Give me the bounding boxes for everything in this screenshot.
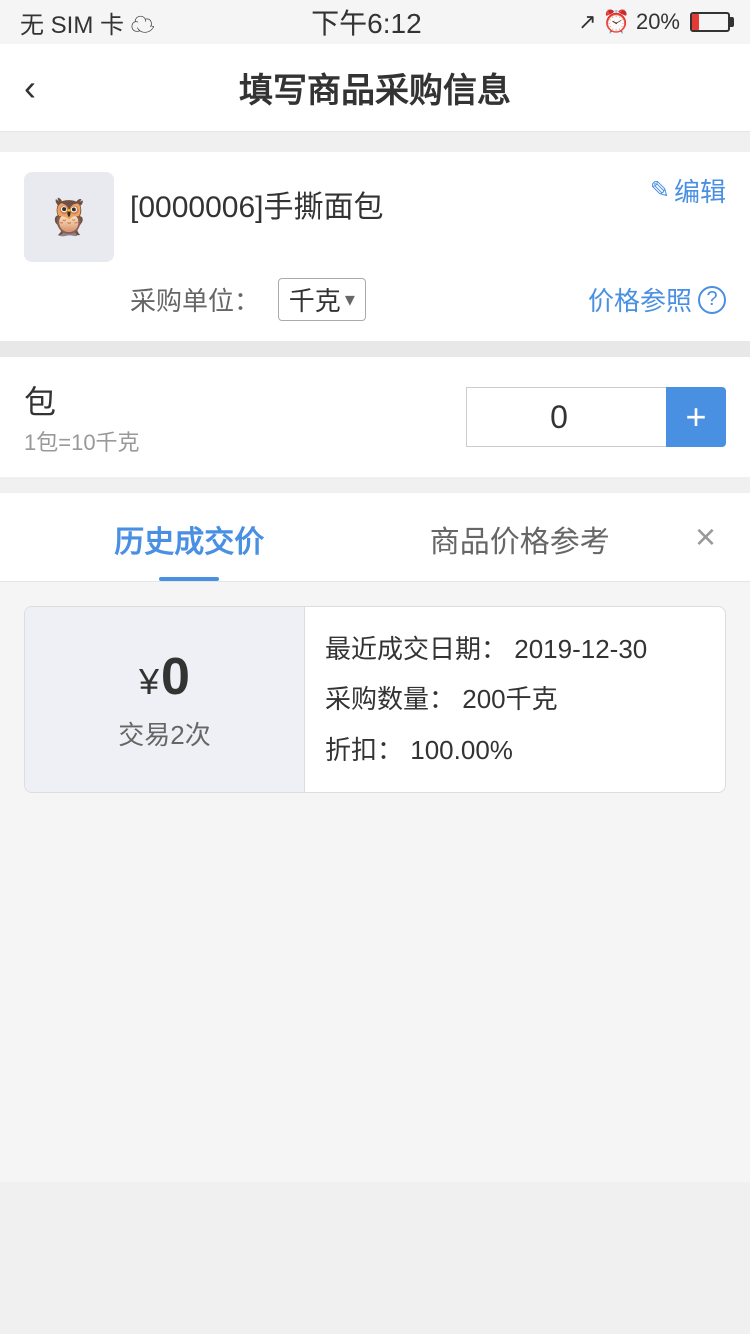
edit-icon: ✎	[650, 176, 670, 205]
recent-date-value: 2019-12-30	[514, 634, 647, 664]
purchase-qty-label: 采购数量：	[325, 684, 455, 714]
price-ref-button[interactable]: 价格参照 ?	[588, 281, 726, 318]
product-name: [0000006]手撕面包	[130, 182, 383, 226]
price-display: ¥0	[139, 647, 190, 707]
status-time: 下午6:12	[311, 2, 422, 42]
unit-label: 采购单位：	[130, 286, 260, 316]
close-button[interactable]: ×	[685, 506, 726, 568]
product-card: 🦉 [0000006]手撕面包 ✎ 编辑 采购单位： 千克 ▾ 价格参照 ?	[0, 152, 750, 341]
battery-fill	[692, 14, 699, 30]
qty-unit-label: 包	[24, 377, 140, 423]
sim-text: 无 SIM 卡 ☁	[20, 5, 155, 40]
page-title: 填写商品采购信息	[239, 63, 511, 112]
battery-percent: 20%	[636, 9, 680, 35]
qty-input-wrap: +	[466, 387, 726, 447]
discount-line: 折扣： 100.00%	[325, 732, 705, 768]
qty-label-wrap: 包 1包=10千克	[24, 377, 140, 457]
status-left: 无 SIM 卡 ☁	[20, 5, 155, 40]
unit-value: 千克	[289, 281, 341, 318]
discount-value: 100.00%	[410, 735, 513, 765]
direction-icon: ↗	[578, 9, 596, 35]
quantity-input[interactable]	[466, 387, 666, 447]
product-left: 🦉 [0000006]手撕面包	[24, 172, 383, 262]
tab-history-price[interactable]: 历史成交价	[24, 493, 354, 581]
recent-date-line: 最近成交日期： 2019-12-30	[325, 631, 705, 667]
tab-price-reference[interactable]: 商品价格参考	[354, 493, 684, 581]
history-card-price: ¥0 交易2次	[25, 607, 305, 792]
unit-section: 采购单位： 千克 ▾	[130, 278, 366, 321]
tabs-container: 历史成交价 商品价格参考 ×	[0, 493, 750, 582]
alarm-icon: ⏰	[603, 9, 630, 35]
history-card: ¥0 交易2次 最近成交日期： 2019-12-30 采购数量： 200千克 折…	[24, 606, 726, 793]
nav-bar: ‹ 填写商品采购信息	[0, 44, 750, 132]
trade-count: 交易2次	[118, 715, 210, 752]
section-divider	[0, 341, 750, 357]
back-button[interactable]: ‹	[24, 67, 36, 109]
product-logo-icon: 🦉	[47, 196, 92, 238]
purchase-qty-value: 200千克	[462, 684, 557, 714]
unit-badge[interactable]: 千克 ▾	[278, 278, 366, 321]
quantity-row: 包 1包=10千克 +	[0, 357, 750, 477]
status-right: ↗ ⏰ 20%	[578, 9, 730, 35]
product-bottom: 采购单位： 千克 ▾ 价格参照 ?	[24, 278, 726, 321]
history-section: ¥0 交易2次 最近成交日期： 2019-12-30 采购数量： 200千克 折…	[0, 582, 750, 1182]
discount-label: 折扣：	[325, 735, 403, 765]
edit-button[interactable]: ✎ 编辑	[650, 172, 726, 209]
product-header: 🦉 [0000006]手撕面包 ✎ 编辑	[24, 172, 726, 262]
dropdown-arrow-icon: ▾	[345, 287, 355, 312]
purchase-qty-line: 采购数量： 200千克	[325, 681, 705, 717]
help-icon: ?	[698, 286, 726, 314]
history-card-details: 最近成交日期： 2019-12-30 采购数量： 200千克 折扣： 100.0…	[305, 607, 725, 792]
quantity-plus-button[interactable]: +	[666, 387, 726, 447]
status-bar: 无 SIM 卡 ☁ 下午6:12 ↗ ⏰ 20%	[0, 0, 750, 44]
qty-conversion-label: 1包=10千克	[24, 425, 140, 457]
battery-icon	[690, 12, 730, 32]
currency-symbol: ¥	[139, 661, 159, 702]
product-thumbnail: 🦉	[24, 172, 114, 262]
tabs-inner: 历史成交价 商品价格参考	[24, 493, 685, 581]
recent-date-label: 最近成交日期：	[325, 634, 507, 664]
